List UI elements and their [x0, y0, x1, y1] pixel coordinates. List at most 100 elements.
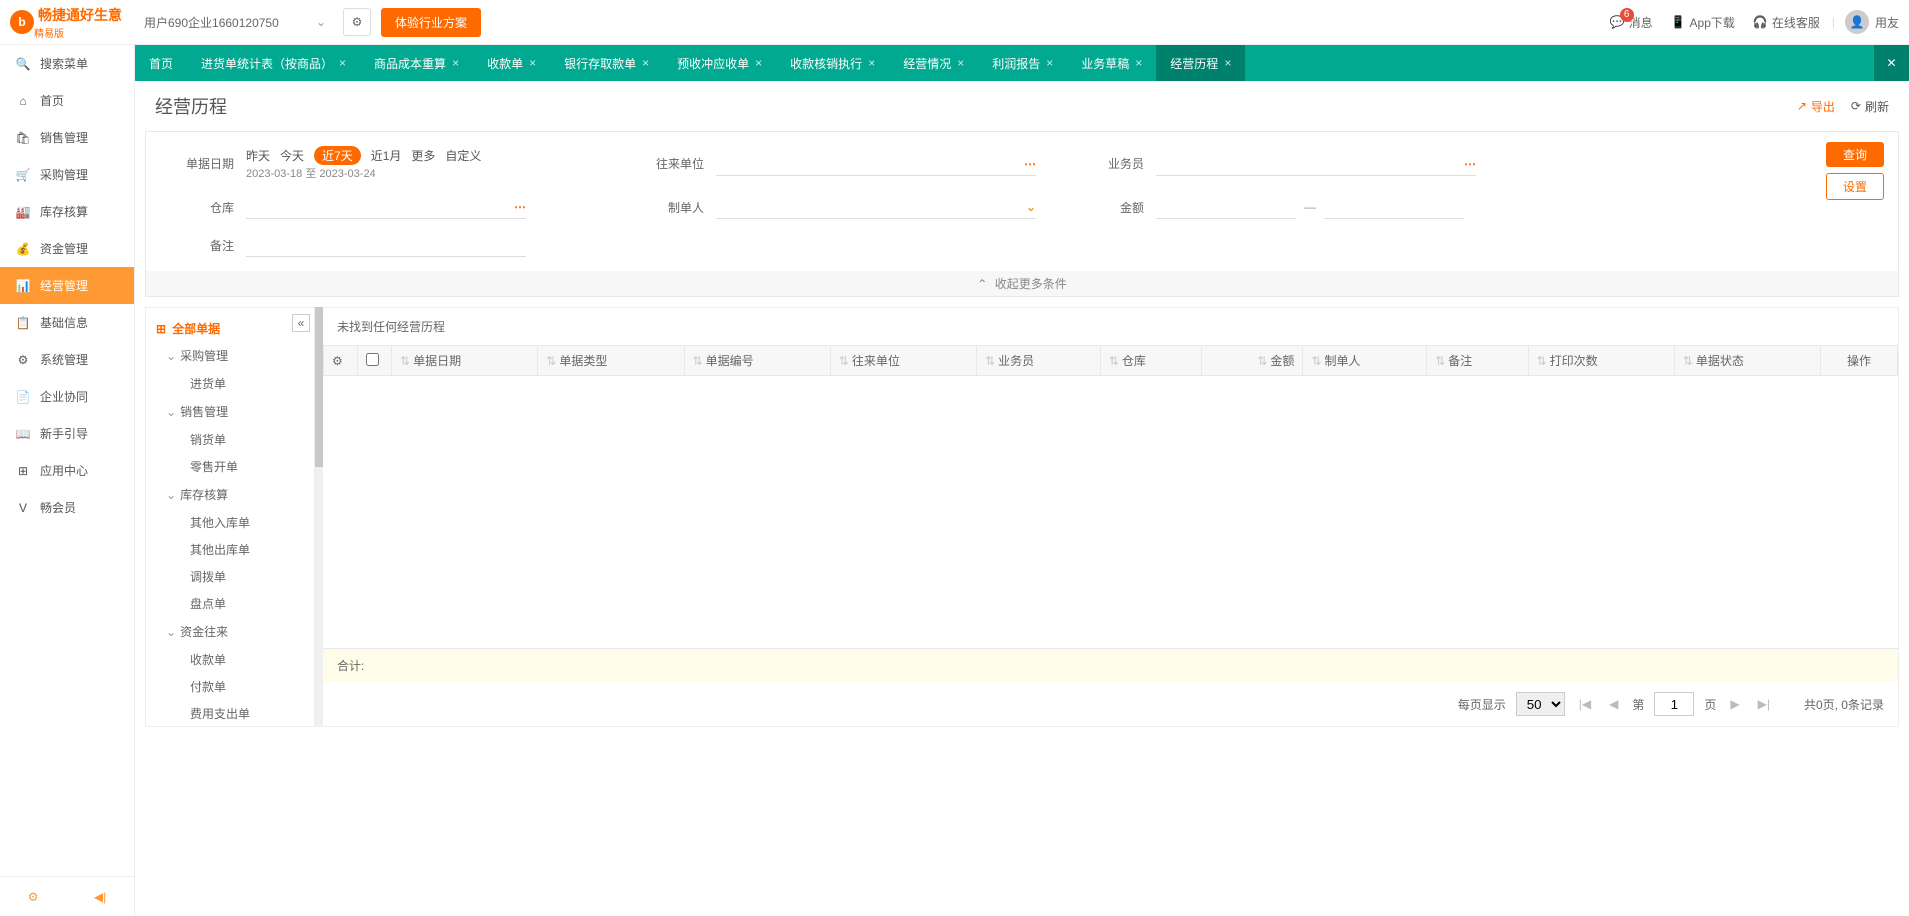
- settings-gear-icon[interactable]: ⚙: [343, 8, 371, 36]
- column-header[interactable]: 操作: [1821, 346, 1898, 376]
- sort-icon[interactable]: ⇅: [985, 354, 995, 368]
- sort-icon[interactable]: ⇅: [1257, 354, 1267, 368]
- tree-group-3[interactable]: 资金往来: [146, 617, 314, 646]
- warehouse-more-icon[interactable]: ⋯: [514, 200, 526, 214]
- online-service-link[interactable]: 🎧 在线客服: [1753, 14, 1820, 31]
- select-all-checkbox[interactable]: [366, 353, 379, 366]
- date-from[interactable]: 2023-03-18: [246, 168, 302, 180]
- tab-7[interactable]: 经营情况×: [889, 45, 978, 81]
- refresh-button[interactable]: ⟳ 刷新: [1851, 98, 1889, 115]
- sort-icon[interactable]: ⇅: [1537, 354, 1547, 368]
- sidebar-item-1[interactable]: ⌂首页: [0, 82, 134, 119]
- tree-group-1[interactable]: 销售管理: [146, 397, 314, 426]
- tab-close-icon[interactable]: ×: [529, 56, 536, 70]
- sort-icon[interactable]: ⇅: [1109, 354, 1119, 368]
- messages-link[interactable]: 💬 6 消息: [1610, 14, 1653, 31]
- user-avatar[interactable]: 👤: [1845, 10, 1869, 34]
- tree-leaf[interactable]: 进货单: [146, 370, 314, 397]
- sidebar-item-11[interactable]: ⊞应用中心: [0, 452, 134, 489]
- sidebar-item-12[interactable]: V畅会员: [0, 489, 134, 526]
- tab-1[interactable]: 进货单统计表（按商品）×: [187, 45, 360, 81]
- tab-close-icon[interactable]: ×: [642, 56, 649, 70]
- date-option-0[interactable]: 昨天: [246, 147, 270, 164]
- salesman-more-icon[interactable]: ⋯: [1464, 157, 1476, 171]
- column-header[interactable]: ⇅业务员: [977, 346, 1101, 376]
- sort-icon[interactable]: ⇅: [546, 354, 556, 368]
- sort-icon[interactable]: ⇅: [693, 354, 703, 368]
- sidebar-item-10[interactable]: 📖新手引导: [0, 415, 134, 452]
- date-option-3[interactable]: 近1月: [371, 147, 402, 164]
- sidebar-item-5[interactable]: 💰资金管理: [0, 230, 134, 267]
- column-header[interactable]: ⇅制单人: [1303, 346, 1427, 376]
- first-page-button[interactable]: |◀: [1575, 697, 1595, 711]
- tab-close-icon[interactable]: ×: [339, 56, 346, 70]
- date-to[interactable]: 2023-03-24: [319, 168, 375, 180]
- column-header[interactable]: ⇅单据日期: [392, 346, 538, 376]
- sidebar-item-2[interactable]: 🛍销售管理: [0, 119, 134, 156]
- tab-close-icon[interactable]: ×: [755, 56, 762, 70]
- column-header[interactable]: ⇅单据类型: [538, 346, 684, 376]
- tab-3[interactable]: 收款单×: [473, 45, 550, 81]
- close-all-tabs-button[interactable]: ✕: [1873, 45, 1909, 81]
- tree-leaf[interactable]: 销货单: [146, 426, 314, 453]
- salesman-input[interactable]: [1156, 152, 1476, 176]
- filter-settings-button[interactable]: 设置: [1826, 173, 1884, 200]
- tab-6[interactable]: 收款核销执行×: [776, 45, 889, 81]
- sort-icon[interactable]: ⇅: [1683, 354, 1693, 368]
- warehouse-input[interactable]: [246, 195, 526, 219]
- date-option-4[interactable]: 更多: [411, 147, 435, 164]
- partner-more-icon[interactable]: ⋯: [1024, 157, 1036, 171]
- sidebar-item-9[interactable]: 📄企业协同: [0, 378, 134, 415]
- tab-close-icon[interactable]: ×: [957, 56, 964, 70]
- page-size-select[interactable]: 50: [1516, 692, 1565, 716]
- tab-close-icon[interactable]: ×: [868, 56, 875, 70]
- prev-page-button[interactable]: ◀: [1605, 697, 1622, 711]
- amount-from-input[interactable]: [1156, 195, 1296, 219]
- tree-leaf[interactable]: 其他入库单: [146, 509, 314, 536]
- date-option-5[interactable]: 自定义: [445, 147, 481, 164]
- tenant-selector[interactable]: 用户690企业1660120750 ⌄: [135, 9, 335, 36]
- partner-input[interactable]: [716, 152, 1036, 176]
- tab-close-icon[interactable]: ×: [1046, 56, 1053, 70]
- sidebar-item-6[interactable]: 📊经营管理: [0, 267, 134, 304]
- tab-9[interactable]: 业务草稿×: [1067, 45, 1156, 81]
- amount-to-input[interactable]: [1324, 195, 1464, 219]
- page-number-input[interactable]: [1654, 692, 1694, 716]
- sidebar-item-4[interactable]: 🏭库存核算: [0, 193, 134, 230]
- column-header[interactable]: ⇅仓库: [1100, 346, 1201, 376]
- tree-leaf[interactable]: 零售开单: [146, 453, 314, 480]
- column-header[interactable]: ⇅备注: [1427, 346, 1528, 376]
- tree-scrollbar[interactable]: [315, 307, 323, 727]
- sidebar-collapse-icon[interactable]: ◀|: [94, 890, 106, 904]
- tree-group-0[interactable]: 采购管理: [146, 341, 314, 370]
- column-header[interactable]: ⇅单据编号: [684, 346, 830, 376]
- sort-icon[interactable]: ⇅: [400, 354, 410, 368]
- tree-leaf[interactable]: 调拨单: [146, 563, 314, 590]
- tab-2[interactable]: 商品成本重算×: [360, 45, 473, 81]
- sort-icon[interactable]: ⇅: [839, 354, 849, 368]
- tree-all-documents[interactable]: ⊞ 全部单据: [146, 316, 314, 341]
- remark-input[interactable]: [246, 233, 526, 257]
- collapse-filters-button[interactable]: ⌃ 收起更多条件: [146, 271, 1898, 296]
- tab-close-icon[interactable]: ×: [1224, 56, 1231, 70]
- tree-leaf[interactable]: 费用支出单: [146, 700, 314, 727]
- tree-leaf[interactable]: 收款单: [146, 646, 314, 673]
- tab-close-icon[interactable]: ×: [1135, 56, 1142, 70]
- maker-dropdown-icon[interactable]: ⌄: [1026, 200, 1036, 214]
- tab-10[interactable]: 经营历程×: [1156, 45, 1245, 81]
- scrollbar-thumb[interactable]: [315, 307, 323, 467]
- tree-collapse-button[interactable]: «: [292, 314, 310, 332]
- column-header[interactable]: ⇅往来单位: [830, 346, 976, 376]
- next-page-button[interactable]: ▶: [1726, 697, 1743, 711]
- column-header[interactable]: ⇅金额: [1202, 346, 1303, 376]
- sort-icon[interactable]: ⇅: [1435, 354, 1445, 368]
- date-option-2[interactable]: 近7天: [314, 146, 361, 165]
- tab-0[interactable]: 首页: [135, 45, 187, 81]
- last-page-button[interactable]: ▶|: [1754, 697, 1774, 711]
- export-button[interactable]: ↗ 导出: [1797, 98, 1835, 115]
- tab-close-icon[interactable]: ×: [452, 56, 459, 70]
- sidebar-item-0[interactable]: 🔍搜索菜单: [0, 45, 134, 82]
- trial-plan-button[interactable]: 体验行业方案: [381, 8, 481, 37]
- date-option-1[interactable]: 今天: [280, 147, 304, 164]
- table-settings-icon[interactable]: ⚙: [332, 354, 343, 368]
